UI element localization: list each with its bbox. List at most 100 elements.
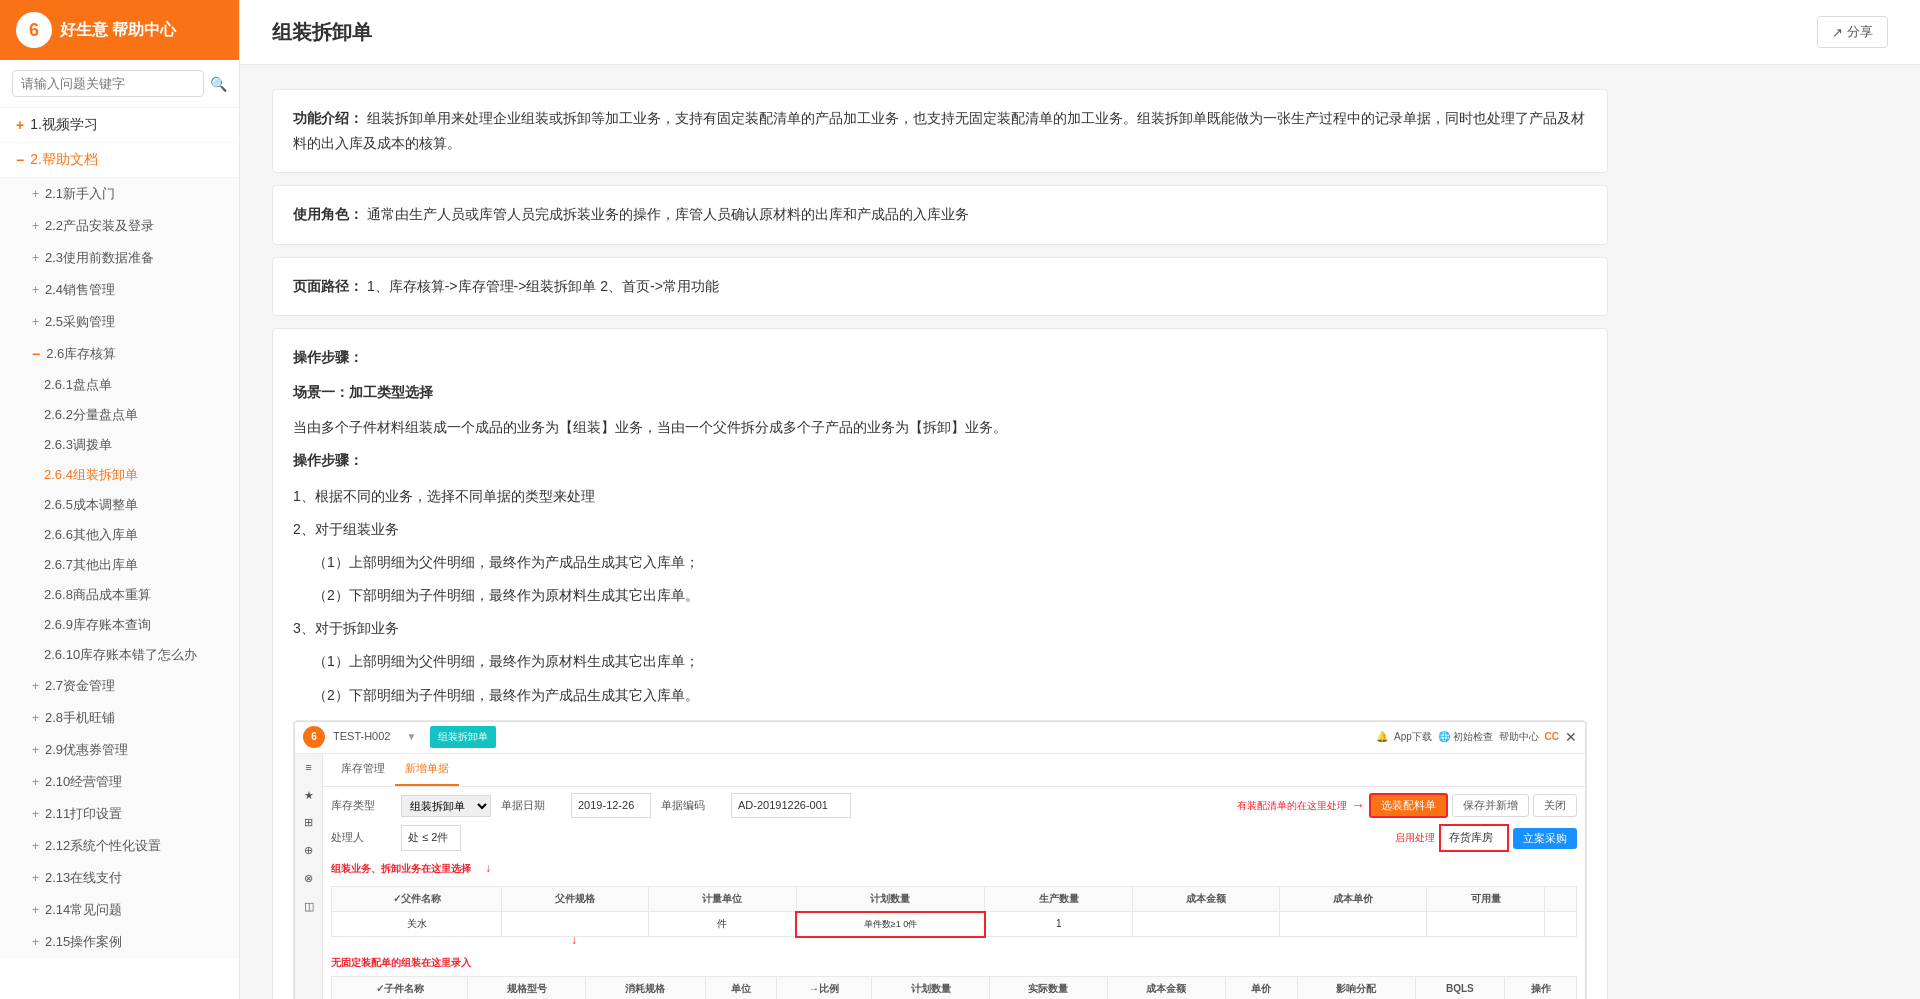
sidebar-item-sales[interactable]: + 2.4销售管理 (0, 274, 239, 306)
path-block: 页面路径： 1、库存核算->库存管理->组装拆卸单 2、首页->常用功能 (272, 257, 1608, 316)
sidebar-item-payment[interactable]: + 2.13在线支付 (0, 862, 239, 894)
path-label: 页面路径： (293, 278, 363, 294)
sidebar-item-assembly[interactable]: 2.6.4组装拆卸单 (0, 460, 239, 490)
step3-2-text: （2）下部明细为子件明细，最终作为产成品生成其它入库单。 (293, 683, 1587, 708)
sidebar-item-split-stock[interactable]: 2.6.2分量盘点单 (0, 400, 239, 430)
mock-icon-menu[interactable]: ≡ (305, 758, 311, 778)
app-title: 好生意 帮助中心 (60, 20, 176, 41)
mock-logo: 6 (303, 726, 325, 748)
sidebar-item-inventory[interactable]: − 2.6库存核算 (0, 338, 239, 370)
mock-icon-x[interactable]: ⊗ (304, 869, 313, 889)
mock-lower-table: ✓子件名称 规格型号 消耗规格 单位 →比例 计划数量 实际数量 (331, 976, 1577, 999)
mock-has-config-annotation: 有装配清单的在这里处理 (1237, 797, 1347, 815)
mock-body: ≡ ★ ⊞ ⊕ ⊗ ◫ 库存管理 新增单据 (295, 754, 1585, 999)
logo-icon: 6 (16, 12, 52, 48)
content-area: 功能介绍： 组装拆卸单用来处理企业组装或拆卸等加工业务，支持有固定装配清单的产品… (240, 65, 1640, 999)
mock-qty-cell: 单件数≥1 0件 (796, 912, 985, 937)
mock-form-row2: 处理人 处 ≤ 2件 启用处理 存货库房 立案采购 (331, 824, 1577, 852)
sidebar-item-ops[interactable]: + 2.10经营管理 (0, 766, 239, 798)
mock-no-config-annotation: 无固定装配单的组装在这里录入 (331, 954, 1577, 972)
sidebar-item-stock-check[interactable]: 2.6.9库存账本查询 (0, 610, 239, 640)
mock-upper-table-wrapper: ✓父件名称 父件规格 计量单位 计划数量 生产数量 成本金额 成本单价 (331, 886, 1577, 938)
mock-icon-add[interactable]: ⊕ (304, 841, 313, 861)
mock-annotation-area: 有装配清单的在这里处理 → 选装配料单 保存并新增 关闭 (1237, 793, 1577, 818)
sidebar-item-cases[interactable]: + 2.15操作案例 (0, 926, 239, 958)
sidebar-item-other-in[interactable]: 2.6.6其他入库单 (0, 520, 239, 550)
mock-upper-table: ✓父件名称 父件规格 计量单位 计划数量 生产数量 成本金额 成本单价 (331, 886, 1577, 938)
mock-batch-field: 存货库房 (1439, 824, 1509, 852)
sidebar-item-mobile[interactable]: + 2.8手机旺铺 (0, 702, 239, 734)
mock-tab-new-doc[interactable]: 新增单据 (395, 754, 459, 786)
help-docs-subnav: + 2.1新手入门 + 2.2产品安装及登录 + 2.3使用前数据准备 + 2.… (0, 178, 239, 958)
main-content: 组装拆卸单 ↗ 分享 功能介绍： 组装拆卸单用来处理企业组装或拆卸等加工业务，支… (240, 0, 1920, 999)
step1-text: 1、根据不同的业务，选择不同单据的类型来处理 (293, 484, 1587, 509)
mock-form-row1: 库存类型 组装拆卸单 单据日期 2019-12-26 单据编码 AD-20191… (331, 793, 1577, 819)
expand-icon: + (16, 117, 24, 133)
mock-tab-inventory[interactable]: 库存管理 (331, 754, 395, 786)
sidebar-item-finance[interactable]: + 2.7资金管理 (0, 670, 239, 702)
mock-new-doc-btn[interactable]: 组装拆卸单 (430, 726, 496, 748)
step2-2-text: （2）下部明细为子件明细，最终作为原材料生成其它出库单。 (293, 583, 1587, 608)
mock-form-row3: 组装业务、拆卸业务在这里选择 ↓ (331, 858, 1577, 880)
role-block: 使用角色： 通常由生产人员或库管人员完成拆装业务的操作，库管人员确认原材料的出库… (272, 185, 1608, 244)
scenario-screenshot: 6 TEST-H002 ▼ 组装拆卸单 🔔 App下载 🌐 初始检查 帮助中心 … (293, 720, 1587, 999)
sidebar-item-purchase[interactable]: + 2.5采购管理 (0, 306, 239, 338)
mock-header-right: 🔔 App下载 🌐 初始检查 帮助中心 CC ✕ (1376, 725, 1577, 750)
mock-code-value: AD-20191226-001 (731, 793, 851, 819)
collapse-icon-inventory: − (32, 346, 40, 362)
sidebar-item-install[interactable]: + 2.2产品安装及登录 (0, 210, 239, 242)
expand-icon-sm: + (32, 187, 39, 201)
path-text: 1、库存核算->库存管理->组装拆卸单 2、首页->常用功能 (367, 278, 719, 294)
mock-qty-arrow: ↓ (571, 930, 577, 952)
sidebar-item-newbie[interactable]: + 2.1新手入门 (0, 178, 239, 210)
mock-action-btn[interactable]: 选装配料单 (1369, 793, 1448, 818)
sidebar-item-custom[interactable]: + 2.12系统个性化设置 (0, 830, 239, 862)
mock-icon-grid[interactable]: ⊞ (304, 813, 313, 833)
sidebar-item-coupon[interactable]: + 2.9优惠券管理 (0, 734, 239, 766)
steps-block: 操作步骤： 场景一：加工类型选择 当由多个子件材料组装成一个成品的业务为【组装】… (272, 328, 1608, 999)
search-icon[interactable]: 🔍 (210, 76, 227, 92)
sidebar-header: 6 好生意 帮助中心 (0, 0, 239, 60)
mock-other-btn[interactable]: 关闭 (1533, 794, 1577, 817)
sidebar-item-data-prep[interactable]: + 2.3使用前数据准备 (0, 242, 239, 274)
share-icon: ↗ (1832, 25, 1843, 40)
steps-title: 操作步骤： (293, 345, 1587, 370)
sidebar-item-stocktake[interactable]: 2.6.1盘点单 (0, 370, 239, 400)
step2-text: 2、对于组装业务 (293, 517, 1587, 542)
sidebar-item-adjust[interactable]: 2.6.3调拨单 (0, 430, 239, 460)
step3-1-text: （1）上部明细为父件明细，最终作为原材料生成其它出库单； (293, 649, 1587, 674)
sidebar-item-help-docs[interactable]: − 2.帮助文档 (0, 143, 239, 178)
sidebar-item-cost-adjust[interactable]: 2.6.5成本调整单 (0, 490, 239, 520)
step2-1-text: （1）上部明细为父件明细，最终作为产成品生成其它入库单； (293, 550, 1587, 575)
mock-close-icon[interactable]: ✕ (1565, 725, 1577, 750)
mock-date-value: 2019-12-26 (571, 793, 651, 819)
sidebar-item-other-out[interactable]: 2.6.7其他出库单 (0, 550, 239, 580)
search-box: 🔍 (0, 60, 239, 108)
sidebar-item-stock-err[interactable]: 2.6.10库存账本错了怎么办 (0, 640, 239, 670)
mock-tab-bar: 库存管理 新增单据 (323, 754, 1585, 787)
intro-block: 功能介绍： 组装拆卸单用来处理企业组装或拆卸等加工业务，支持有固定装配清单的产品… (272, 89, 1608, 173)
mock-save-btn[interactable]: 保存并新增 (1452, 794, 1529, 817)
mock-assembly-annotation: 组装业务、拆卸业务在这里选择 (331, 860, 471, 878)
mock-doc-type-select[interactable]: 组装拆卸单 (401, 795, 491, 817)
sidebar-item-goods-cost[interactable]: 2.6.8商品成本重算 (0, 580, 239, 610)
sidebar-item-faq[interactable]: + 2.14常见问题 (0, 894, 239, 926)
mock-icon-split[interactable]: ◫ (304, 897, 314, 917)
share-button[interactable]: ↗ 分享 (1817, 16, 1888, 48)
mock-batch-btn[interactable]: 立案采购 (1513, 828, 1577, 849)
mock-num-label: 处理人 (331, 828, 391, 848)
mock-batch-label: 启用处理 (1395, 829, 1435, 847)
mock-date-label: 单据日期 (501, 796, 561, 816)
page-title: 组装拆卸单 (272, 19, 372, 46)
step3-text: 3、对于拆卸业务 (293, 616, 1587, 641)
search-input[interactable] (12, 70, 204, 97)
mock-company: TEST-H002 (333, 727, 390, 747)
sidebar-item-video[interactable]: + 1.视频学习 (0, 108, 239, 143)
mock-icon-star[interactable]: ★ (304, 786, 314, 806)
role-label: 使用角色： (293, 206, 363, 222)
collapse-icon: − (16, 152, 24, 168)
mock-doc-type-label: 库存类型 (331, 796, 391, 816)
sidebar-item-print[interactable]: + 2.11打印设置 (0, 798, 239, 830)
scenario-title: 场景一：加工类型选择 (293, 380, 1587, 405)
mock-form-area: 库存类型 组装拆卸单 单据日期 2019-12-26 单据编码 AD-20191… (323, 787, 1585, 999)
